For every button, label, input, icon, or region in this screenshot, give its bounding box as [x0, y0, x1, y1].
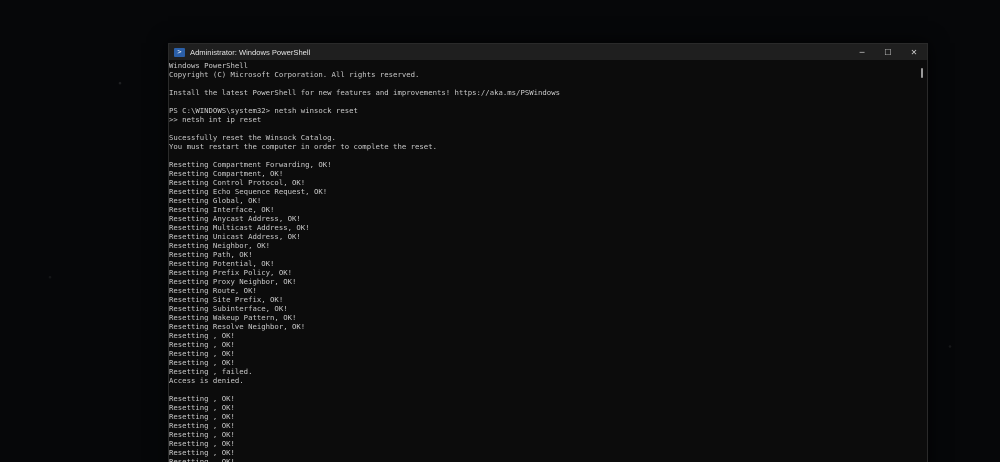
terminal-line: Access is denied.: [169, 376, 244, 385]
terminal-line: Resetting , OK!: [169, 340, 235, 349]
terminal-line: Resetting Resolve Neighbor, OK!: [169, 322, 306, 331]
title-bar[interactable]: > Administrator: Windows PowerShell ─ ☐ …: [169, 44, 927, 60]
terminal-line: Resetting , OK!: [169, 430, 235, 439]
terminal-line: Resetting , OK!: [169, 394, 235, 403]
terminal-line: You must restart the computer in order t…: [169, 142, 437, 151]
terminal-line: Install the latest PowerShell for new fe…: [169, 88, 560, 97]
terminal-line: Resetting Control Protocol, OK!: [169, 178, 306, 187]
terminal-line: Resetting Unicast Address, OK!: [169, 232, 301, 241]
terminal-line: Resetting , OK!: [169, 439, 235, 448]
terminal-line: Resetting Compartment, OK!: [169, 169, 284, 178]
terminal-line: Resetting , OK!: [169, 358, 235, 367]
terminal-line: Resetting , OK!: [169, 421, 235, 430]
powershell-icon: >: [174, 47, 185, 57]
powershell-window[interactable]: > Administrator: Windows PowerShell ─ ☐ …: [168, 43, 928, 462]
scrollbar-thumb[interactable]: [921, 68, 923, 78]
minimize-button[interactable]: ─: [849, 44, 875, 60]
desktop-background: > Administrator: Windows PowerShell ─ ☐ …: [0, 0, 1000, 462]
terminal-line: Resetting , OK!: [169, 331, 235, 340]
terminal-line: Resetting Wakeup Pattern, OK!: [169, 313, 297, 322]
terminal-line: Resetting , OK!: [169, 457, 235, 462]
window-controls: ─ ☐ ✕: [849, 44, 927, 60]
terminal-line: Resetting Prefix Policy, OK!: [169, 268, 293, 277]
terminal-line: >> netsh int ip reset: [169, 115, 262, 124]
terminal-line: Resetting , OK!: [169, 349, 235, 358]
terminal-line: Resetting Multicast Address, OK!: [169, 223, 310, 232]
terminal-line: Windows PowerShell: [169, 61, 249, 70]
window-title: Administrator: Windows PowerShell: [190, 47, 311, 57]
terminal-line: PS C:\WINDOWS\system32> netsh winsock re…: [169, 106, 358, 115]
terminal-line: Resetting Neighbor, OK!: [169, 241, 271, 250]
terminal-line: Resetting Anycast Address, OK!: [169, 214, 301, 223]
terminal-line: Resetting Subinterface, OK!: [169, 304, 288, 313]
terminal-line: Resetting Potential, OK!: [169, 259, 275, 268]
terminal-line: Copyright (C) Microsoft Corporation. All…: [169, 70, 420, 79]
terminal-line: Resetting Global, OK!: [169, 196, 262, 205]
terminal-line: Resetting , OK!: [169, 412, 235, 421]
terminal-line: Resetting Path, OK!: [169, 250, 253, 259]
terminal-line: Resetting Interface, OK!: [169, 205, 275, 214]
maximize-button[interactable]: ☐: [875, 44, 901, 60]
terminal-line: Resetting Echo Sequence Request, OK!: [169, 187, 328, 196]
terminal-line: Resetting Proxy Neighbor, OK!: [169, 277, 297, 286]
terminal-line: Resetting Compartment Forwarding, OK!: [169, 160, 332, 169]
terminal-line: Resetting Route, OK!: [169, 286, 257, 295]
terminal-line: Resetting , OK!: [169, 448, 235, 457]
close-button[interactable]: ✕: [901, 44, 927, 60]
terminal-line: Resetting , failed.: [169, 367, 253, 376]
terminal-line: Sucessfully reset the Winsock Catalog.: [169, 133, 336, 142]
terminal-line: Resetting , OK!: [169, 403, 235, 412]
terminal-line: Resetting Site Prefix, OK!: [169, 295, 284, 304]
terminal-output[interactable]: Windows PowerShell Copyright (C) Microsof…: [169, 60, 927, 462]
